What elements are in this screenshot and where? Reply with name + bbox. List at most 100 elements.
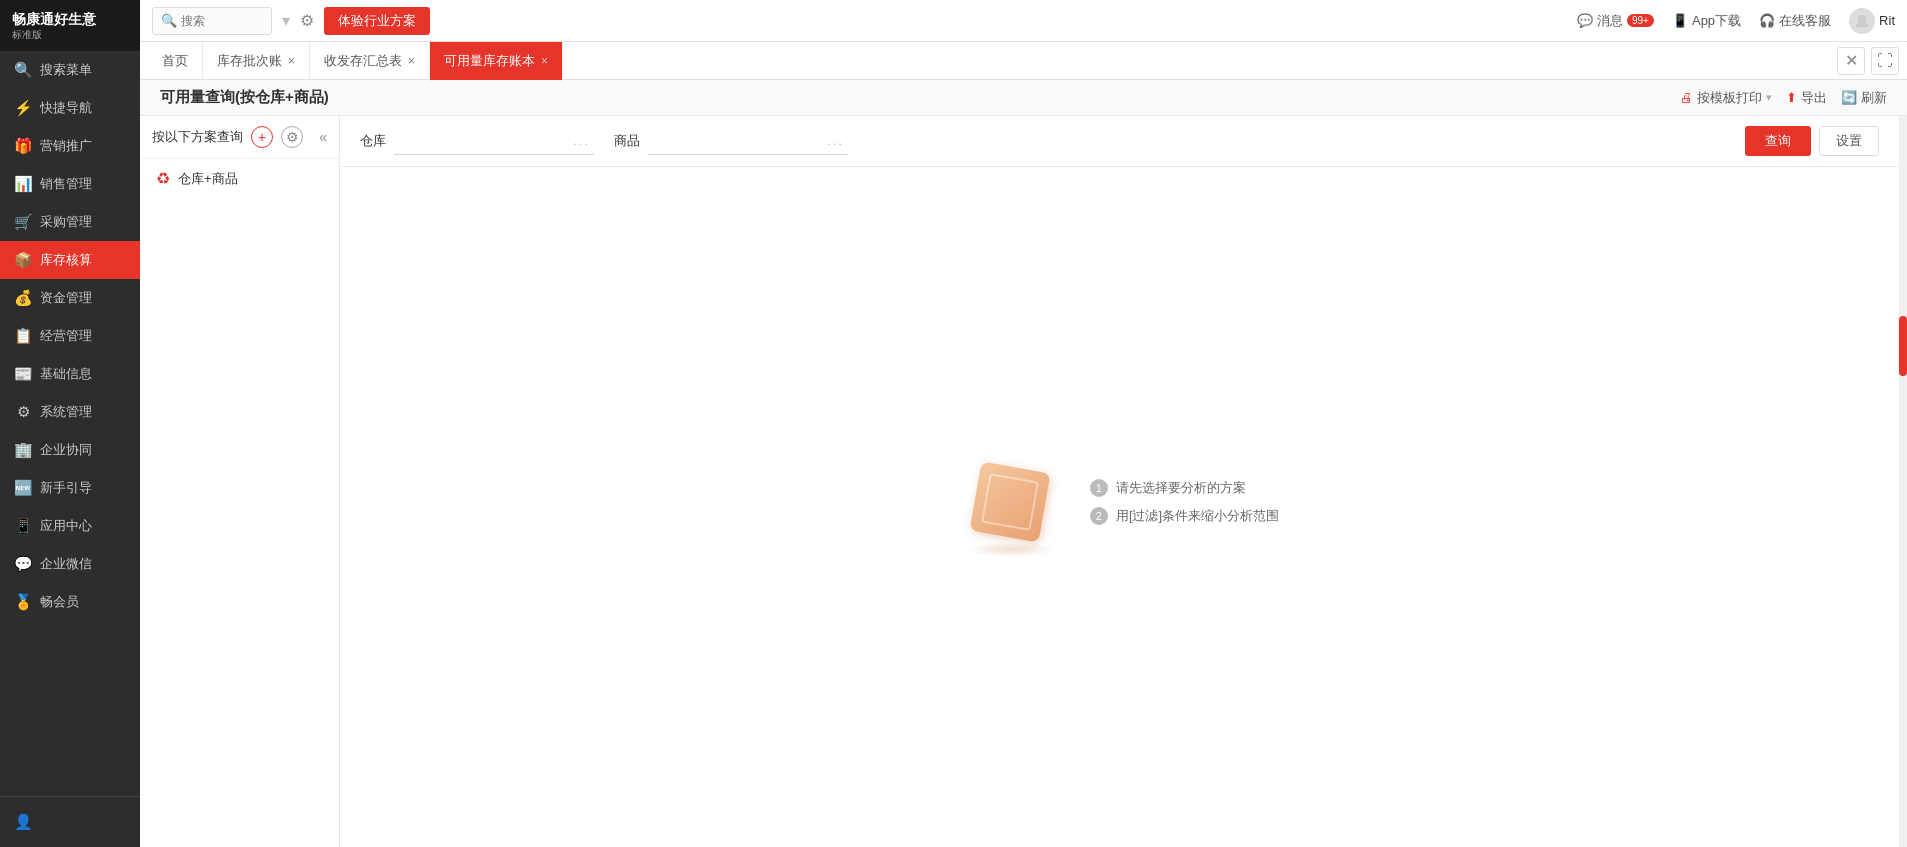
tab-batch-ledger-label: 库存批次账 — [217, 52, 282, 70]
scheme-item-warehouse-product[interactable]: ♻ 仓库+商品 — [140, 159, 339, 198]
sidebar-item-inventory[interactable]: 📦 库存核算 — [0, 241, 140, 279]
sidebar-item-search[interactable]: 🔍 搜索菜单 — [0, 51, 140, 89]
topbar-search-box[interactable]: 🔍 — [152, 7, 272, 35]
sidebar-item-sales[interactable]: 📊 销售管理 — [0, 165, 140, 203]
sidebar-item-enterprise[interactable]: 🏢 企业协同 — [0, 431, 140, 469]
empty-tips: 1 请先选择要分析的方案 2 用[过滤]条件来缩小分析范围 — [1090, 479, 1279, 535]
sidebar-item-label: 企业协同 — [40, 441, 92, 459]
empty-tip-1: 1 请先选择要分析的方案 — [1090, 479, 1279, 497]
print-template-action[interactable]: 🖨 按模板打印 ▾ — [1680, 89, 1772, 107]
avatar — [1849, 8, 1875, 34]
warehouse-more-icon[interactable]: ... — [573, 133, 590, 148]
refresh-label: 刷新 — [1861, 89, 1887, 107]
page-actions: 🖨 按模板打印 ▾ ⬆ 导出 🔄 刷新 — [1680, 89, 1887, 107]
scrollbar-thumb — [1899, 316, 1907, 376]
sidebar-item-system[interactable]: ⚙ 系统管理 — [0, 393, 140, 431]
app-version: 标准版 — [12, 28, 128, 41]
empty-box-icon — [969, 461, 1050, 542]
online-service-label: 在线客服 — [1779, 12, 1831, 30]
sidebar-header: 畅康通好生意 标准版 — [0, 0, 140, 51]
user-profile[interactable]: Rit — [1849, 8, 1895, 34]
gear-icon: ⚙ — [14, 403, 32, 421]
topbar: 🔍 ▾ ⚙ 体验行业方案 💬 消息 99+ 📱 App下载 🎧 在线客服 — [140, 0, 1907, 42]
sidebar-item-basics[interactable]: 📰 基础信息 — [0, 355, 140, 393]
refresh-action[interactable]: 🔄 刷新 — [1841, 89, 1887, 107]
print-template-label: 按模板打印 — [1697, 89, 1762, 107]
search-input[interactable] — [181, 14, 241, 28]
clipboard-icon: 📋 — [14, 327, 32, 345]
sidebar-item-label: 快捷导航 — [40, 99, 92, 117]
settings-icon[interactable]: ⚙ — [300, 11, 314, 30]
export-icon: ⬆ — [1786, 90, 1797, 105]
maximize-button[interactable]: ⛶ — [1871, 47, 1899, 75]
sidebar-item-marketing[interactable]: 🎁 营销推广 — [0, 127, 140, 165]
industry-solution-button[interactable]: 体验行业方案 — [324, 7, 430, 35]
app-download-item[interactable]: 📱 App下载 — [1672, 12, 1741, 30]
search-icon: 🔍 — [161, 13, 177, 28]
content-area: 按以下方案查询 + ⚙ « ♻ 仓库+商品 仓库 ... — [140, 116, 1907, 847]
building-icon: 🏢 — [14, 441, 32, 459]
sidebar-item-label: 新手引导 — [40, 479, 92, 497]
topbar-right: 💬 消息 99+ 📱 App下载 🎧 在线客服 Rit — [1577, 8, 1895, 34]
warehouse-label: 仓库 — [360, 132, 386, 150]
tab-home-label: 首页 — [162, 52, 188, 70]
quicknav-icon: ⚡ — [14, 99, 32, 117]
collapse-panel-icon[interactable]: « — [319, 129, 327, 145]
cart-icon: 🛒 — [14, 213, 32, 231]
sidebar-item-user-info[interactable]: 👤 — [0, 805, 140, 839]
gift-icon: 🎁 — [14, 137, 32, 155]
box-inner-decoration — [981, 473, 1039, 531]
warehouse-input[interactable]: ... — [394, 127, 594, 155]
settings-button[interactable]: 设置 — [1819, 126, 1879, 156]
refresh-icon: 🔄 — [1841, 90, 1857, 105]
message-badge: 99+ — [1627, 14, 1654, 27]
sidebar-item-quicknav[interactable]: ⚡ 快捷导航 — [0, 89, 140, 127]
product-input[interactable]: ... — [648, 127, 848, 155]
tab-summary[interactable]: 收发存汇总表 × — [310, 42, 430, 80]
sidebar-item-label: 营销推广 — [40, 137, 92, 155]
empty-state: 1 请先选择要分析的方案 2 用[过滤]条件来缩小分析范围 — [340, 167, 1899, 847]
tip-number-2: 2 — [1090, 507, 1108, 525]
tab-batch-ledger[interactable]: 库存批次账 × — [203, 42, 310, 80]
close-icon[interactable]: × — [408, 54, 415, 68]
info-icon: 📰 — [14, 365, 32, 383]
sidebar-item-finance[interactable]: 💰 资金管理 — [0, 279, 140, 317]
scheme-label: 仓库+商品 — [178, 170, 238, 188]
message-icon: 💬 — [1577, 13, 1593, 28]
close-icon[interactable]: × — [541, 54, 548, 68]
sidebar-item-label: 库存核算 — [40, 251, 92, 269]
sidebar-item-wechat[interactable]: 💬 企业微信 — [0, 545, 140, 583]
sidebar-item-appcenter[interactable]: 📱 应用中心 — [0, 507, 140, 545]
app-download-label: App下载 — [1692, 12, 1741, 30]
sidebar-item-label: 销售管理 — [40, 175, 92, 193]
left-panel: 按以下方案查询 + ⚙ « ♻ 仓库+商品 — [140, 116, 340, 847]
dropdown-chevron-icon[interactable]: ▾ — [1766, 91, 1772, 104]
query-button[interactable]: 查询 — [1745, 126, 1811, 156]
close-icon[interactable]: × — [288, 54, 295, 68]
tab-available-qty-label: 可用量库存账本 — [444, 52, 535, 70]
user-name: Rit — [1879, 13, 1895, 28]
print-icon: 🖨 — [1680, 90, 1693, 105]
online-service-item[interactable]: 🎧 在线客服 — [1759, 12, 1831, 30]
dropdown-icon[interactable]: ▾ — [282, 11, 290, 30]
product-more-icon[interactable]: ... — [827, 133, 844, 148]
sidebar-item-operations[interactable]: 📋 经营管理 — [0, 317, 140, 355]
empty-tip-2: 2 用[过滤]条件来缩小分析范围 — [1090, 507, 1279, 525]
right-scrollbar[interactable] — [1899, 116, 1907, 847]
sidebar-item-label: 资金管理 — [40, 289, 92, 307]
scheme-settings-button[interactable]: ⚙ — [281, 126, 303, 148]
sidebar-item-purchase[interactable]: 🛒 采购管理 — [0, 203, 140, 241]
sidebar-item-guide[interactable]: 🆕 新手引导 — [0, 469, 140, 507]
tab-available-qty[interactable]: 可用量库存账本 × — [430, 42, 563, 80]
filter-actions: 查询 设置 — [1745, 126, 1879, 156]
tip-number-1: 1 — [1090, 479, 1108, 497]
close-tab-button[interactable]: ✕ — [1837, 47, 1865, 75]
message-label: 消息 — [1597, 12, 1623, 30]
sidebar-item-member[interactable]: 🏅 畅会员 — [0, 583, 140, 621]
add-scheme-button[interactable]: + — [251, 126, 273, 148]
export-action[interactable]: ⬆ 导出 — [1786, 89, 1827, 107]
message-item[interactable]: 💬 消息 99+ — [1577, 12, 1654, 30]
left-panel-header: 按以下方案查询 + ⚙ « — [140, 116, 339, 159]
medal-icon: 🏅 — [14, 593, 32, 611]
tab-home[interactable]: 首页 — [148, 42, 203, 80]
